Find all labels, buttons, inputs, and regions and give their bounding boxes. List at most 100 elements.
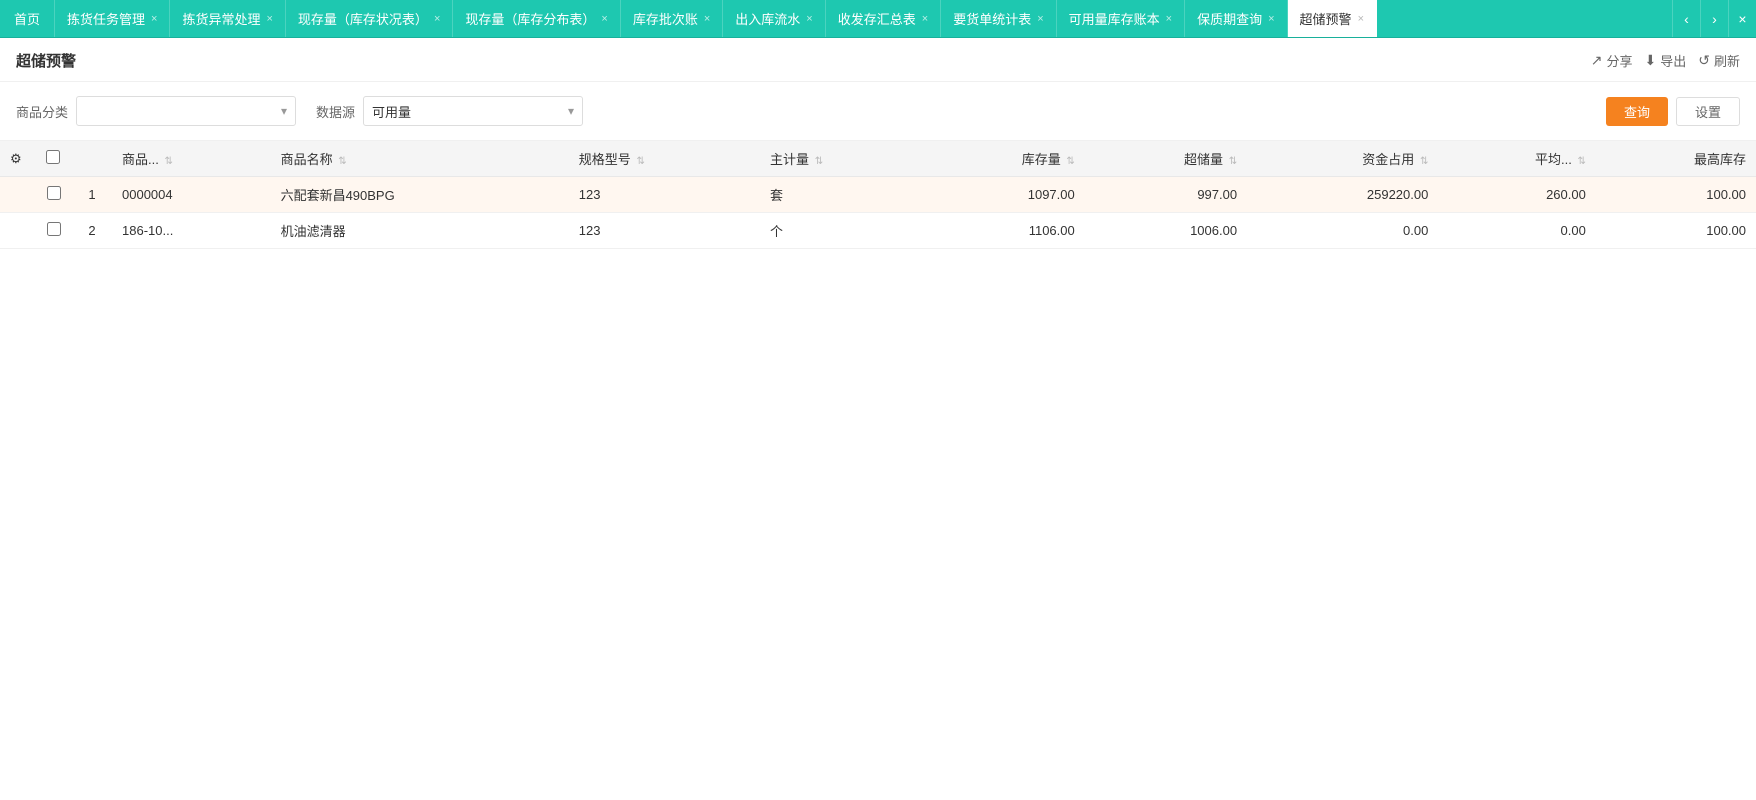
row-gear-cell	[0, 177, 36, 213]
export-label: 导出	[1660, 51, 1686, 70]
nav-tab-jianhuo-yichang[interactable]: 拣货异常处理 ×	[170, 0, 285, 37]
table-area: ⚙ 商品... ⇅ 商品名称 ⇅ 规格型号	[0, 141, 1756, 249]
export-button[interactable]: ⬇ 导出	[1645, 51, 1687, 70]
sort-icon: ⇅	[164, 156, 172, 167]
data-table: ⚙ 商品... ⇅ 商品名称 ⇅ 规格型号	[0, 141, 1756, 249]
nav-tab-jianhuorenwuguanli[interactable]: 拣货任务管理 ×	[55, 0, 170, 37]
close-icon[interactable]: ×	[1358, 13, 1364, 25]
nav-tab-label: 拣货任务管理	[67, 9, 145, 28]
nav-tab-inout-flow[interactable]: 出入库流水 ×	[723, 0, 825, 37]
setting-button[interactable]: 设置	[1676, 97, 1740, 126]
close-icon[interactable]: ×	[1037, 13, 1043, 25]
row-avg: 0.00	[1438, 213, 1596, 249]
sort-icon: ⇅	[1066, 156, 1074, 167]
sort-icon: ⇅	[1577, 156, 1585, 167]
nav-tab-keyongliang[interactable]: 可用量库存账本 ×	[1057, 0, 1185, 37]
row-goods-code: 186-10...	[112, 213, 271, 249]
nav-tab-label: 库存批次账	[633, 9, 698, 28]
nav-tab-baozhi[interactable]: 保质期查询 ×	[1185, 0, 1287, 37]
chevron-down-icon: ▾	[281, 104, 287, 118]
th-over-stock[interactable]: 超储量 ⇅	[1085, 141, 1247, 177]
row-max-stock: 100.00	[1596, 213, 1756, 249]
th-capital-label: 资金占用	[1362, 152, 1414, 167]
th-max-stock[interactable]: 最高库存	[1596, 141, 1756, 177]
nav-tab-summary[interactable]: 收发存汇总表 ×	[826, 0, 941, 37]
th-spec[interactable]: 规格型号 ⇅	[569, 141, 760, 177]
nav-right-arrow[interactable]: ›	[1700, 0, 1728, 37]
nav-arrows: ‹ › ×	[1672, 0, 1756, 37]
chevron-down-icon: ▾	[568, 104, 574, 118]
filter-area: 商品分类 ▾ 数据源 可用量 ▾ 查询 设置	[0, 82, 1756, 141]
nav-more-arrow[interactable]: ×	[1728, 0, 1756, 37]
query-button[interactable]: 查询	[1606, 97, 1668, 126]
page-title: 超储预警	[16, 50, 76, 71]
row-spec: 123	[569, 177, 760, 213]
nav-left-arrow[interactable]: ‹	[1672, 0, 1700, 37]
sort-icon: ⇅	[1420, 156, 1428, 167]
sort-icon: ⇅	[636, 156, 644, 167]
nav-tab-label: 现存量（库存分布表）	[465, 9, 595, 28]
row-over-stock: 1006.00	[1085, 213, 1247, 249]
nav-tab-label: 现存量（库存状况表）	[298, 9, 428, 28]
close-icon[interactable]: ×	[434, 13, 440, 25]
nav-tab-xiancunliang-dist[interactable]: 现存量（库存分布表） ×	[453, 0, 620, 37]
th-row-num	[72, 141, 112, 177]
share-button[interactable]: ↗ 分享	[1591, 51, 1633, 70]
page-header: 超储预警 ↗ 分享 ⬇ 导出 ↺ 刷新	[0, 38, 1756, 82]
row-spec: 123	[569, 213, 760, 249]
close-icon[interactable]: ×	[151, 13, 157, 25]
nav-tab-label: 超储预警	[1300, 9, 1352, 28]
close-icon[interactable]: ×	[1166, 13, 1172, 25]
row-checkbox[interactable]	[47, 222, 61, 236]
close-icon[interactable]: ×	[266, 13, 272, 25]
datasource-label: 数据源	[316, 102, 355, 121]
category-select[interactable]: ▾	[76, 96, 296, 126]
table-row: 1 0000004 六配套新昌490BPG 123 套 1097.00 997.…	[0, 177, 1756, 213]
row-goods-code: 0000004	[112, 177, 271, 213]
row-goods-name: 六配套新昌490BPG	[271, 177, 569, 213]
close-icon[interactable]: ×	[601, 13, 607, 25]
nav-tab-chaochuyujing[interactable]: 超储预警 ×	[1288, 0, 1377, 37]
th-capital[interactable]: 资金占用 ⇅	[1247, 141, 1438, 177]
refresh-button[interactable]: ↺ 刷新	[1698, 51, 1740, 70]
nav-tab-label: 出入库流水	[735, 9, 800, 28]
th-goods-name[interactable]: 商品名称 ⇅	[271, 141, 569, 177]
gear-settings-header[interactable]: ⚙	[0, 141, 36, 177]
row-stock: 1097.00	[922, 177, 1084, 213]
checkbox-header[interactable]	[36, 141, 72, 177]
nav-tab-label: 拣货异常处理	[182, 9, 260, 28]
export-icon: ⬇	[1645, 52, 1657, 69]
top-nav: 首页 拣货任务管理 × 拣货异常处理 × 现存量（库存状况表） × 现存量（库存…	[0, 0, 1756, 38]
row-goods-name: 机油滤清器	[271, 213, 569, 249]
th-avg-label: 平均...	[1535, 152, 1572, 167]
th-stock[interactable]: 库存量 ⇅	[922, 141, 1084, 177]
nav-tab-xiancunliang-status[interactable]: 现存量（库存状况表） ×	[286, 0, 453, 37]
category-filter-group: 商品分类 ▾	[16, 96, 296, 126]
th-goods-code-label: 商品...	[122, 152, 159, 167]
nav-tab-label: 收发存汇总表	[838, 9, 916, 28]
close-icon[interactable]: ×	[1268, 13, 1274, 25]
row-checkbox-cell[interactable]	[36, 177, 72, 213]
nav-tab-yaohuo[interactable]: 要货单统计表 ×	[941, 0, 1056, 37]
datasource-select[interactable]: 可用量 ▾	[363, 96, 583, 126]
row-checkbox-cell[interactable]	[36, 213, 72, 249]
select-all-checkbox[interactable]	[46, 150, 60, 164]
nav-tab-kucun-batch[interactable]: 库存批次账 ×	[621, 0, 723, 37]
table-row: 2 186-10... 机油滤清器 123 个 1106.00 1006.00 …	[0, 213, 1756, 249]
th-max-stock-label: 最高库存	[1694, 152, 1746, 167]
row-checkbox[interactable]	[47, 186, 61, 200]
filter-actions: 查询 设置	[1606, 97, 1740, 126]
row-avg: 260.00	[1438, 177, 1596, 213]
close-icon[interactable]: ×	[806, 13, 812, 25]
row-capital: 259220.00	[1247, 177, 1438, 213]
table-body: 1 0000004 六配套新昌490BPG 123 套 1097.00 997.…	[0, 177, 1756, 249]
row-over-stock: 997.00	[1085, 177, 1247, 213]
th-goods-name-label: 商品名称	[281, 152, 333, 167]
close-icon[interactable]: ×	[704, 13, 710, 25]
nav-home[interactable]: 首页	[0, 0, 55, 37]
th-avg[interactable]: 平均... ⇅	[1438, 141, 1596, 177]
th-goods-code[interactable]: 商品... ⇅	[112, 141, 271, 177]
close-icon[interactable]: ×	[922, 13, 928, 25]
nav-tab-label: 保质期查询	[1197, 9, 1262, 28]
th-unit[interactable]: 主计量 ⇅	[760, 141, 922, 177]
